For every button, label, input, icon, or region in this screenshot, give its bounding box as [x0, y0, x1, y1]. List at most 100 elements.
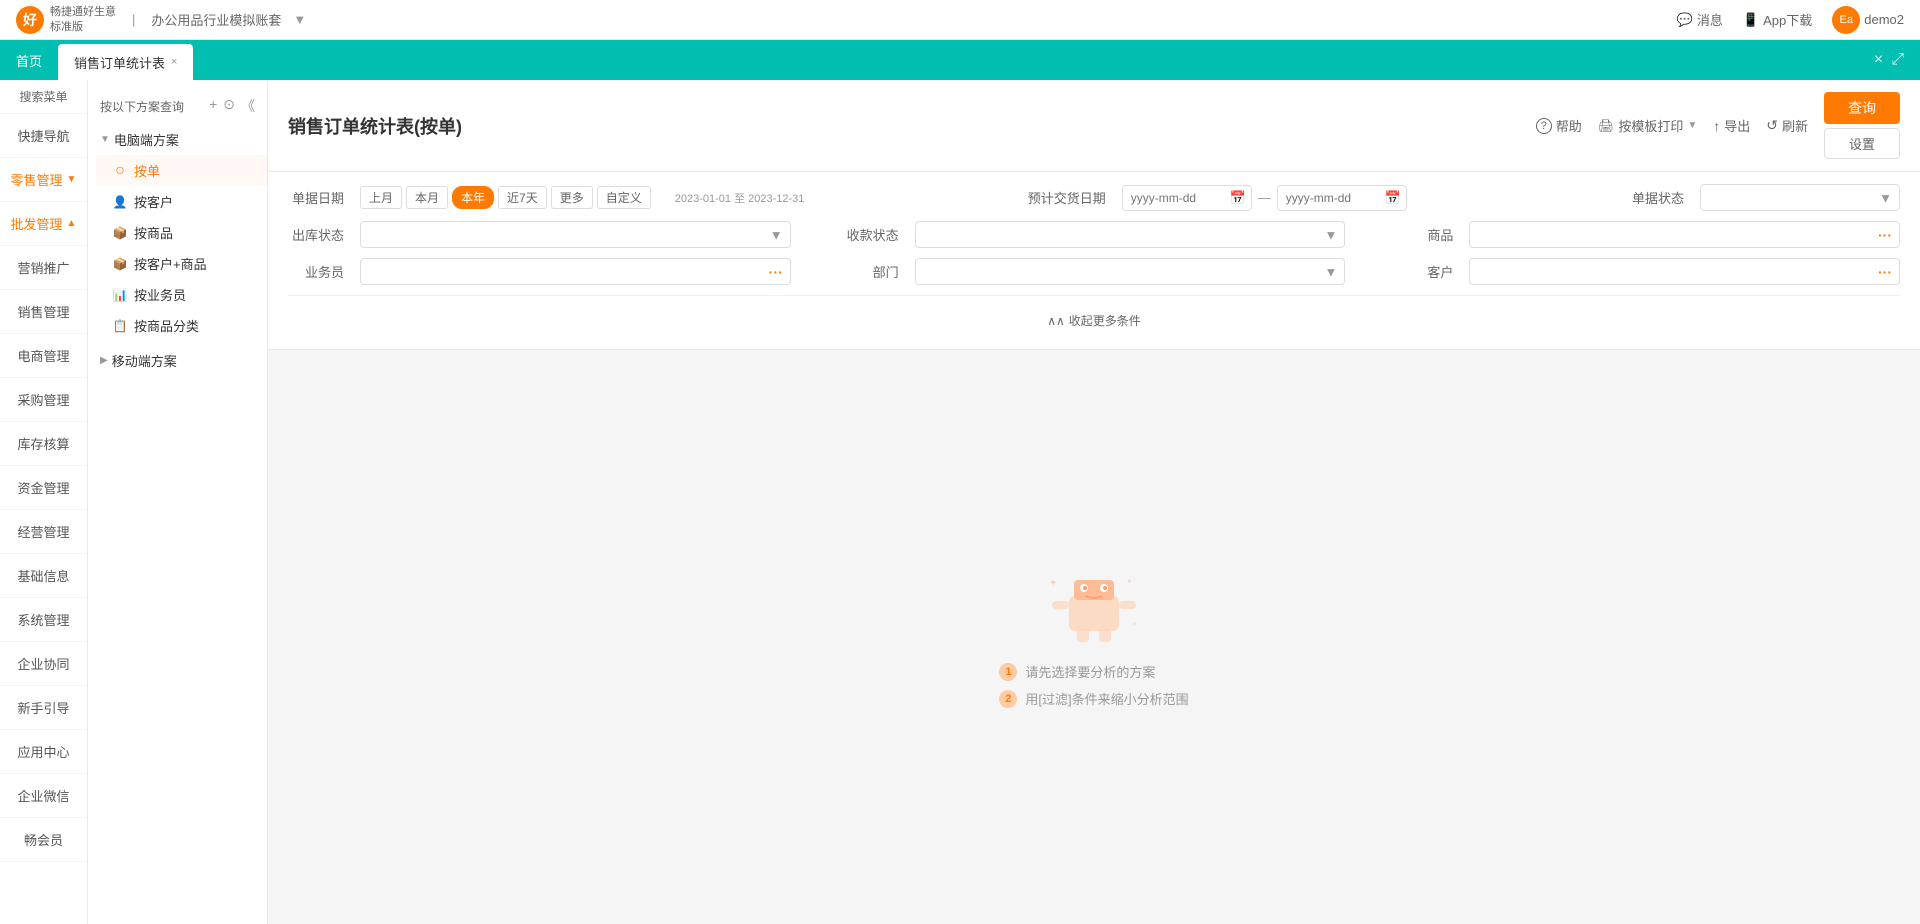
sidebar-item-system[interactable]: 系统管理: [0, 598, 87, 642]
help-btn[interactable]: ? 帮助: [1536, 116, 1582, 135]
salesperson-more-btn[interactable]: ···: [769, 264, 783, 280]
filter-row-3: 业务员 ··· 部门 ▼ 客户: [288, 258, 1900, 285]
date-last-month-btn[interactable]: 上月: [360, 186, 402, 209]
filter-area: 单据日期 上月 本月 本年 近7天 更多 自定义 2023-01-01 至 20…: [268, 172, 1920, 350]
message-btn[interactable]: 💬 消息: [1677, 10, 1723, 29]
date-last-7-days-btn[interactable]: 近7天: [498, 186, 547, 209]
tree-item-by-category[interactable]: 📋 按商品分类: [96, 310, 267, 341]
main-content: 销售订单统计表(按单) ? 帮助 🖨 按模板打印 ▼ ↑ 导出: [268, 80, 1920, 924]
maximize-btn[interactable]: ⤢: [1891, 51, 1904, 69]
collapse-btn[interactable]: ∧∧ 收起更多条件: [1039, 304, 1149, 337]
sidebar-item-corp[interactable]: 企业协同: [0, 642, 87, 686]
query-button[interactable]: 查询: [1824, 92, 1900, 124]
page-header: 销售订单统计表(按单) ? 帮助 🖨 按模板打印 ▼ ↑ 导出: [268, 80, 1920, 172]
tree-desktop-parent[interactable]: ▼ 电脑端方案: [88, 124, 267, 155]
by-order-icon: ○: [112, 163, 128, 179]
sidebar-item-inventory[interactable]: 库存核算: [0, 422, 87, 466]
empty-tip-2: 2 用[过滤]条件来缩小分析范围: [999, 689, 1188, 708]
tree-item-by-customer-product[interactable]: 📦 按客户+商品: [96, 248, 267, 279]
sidebar-item-operations[interactable]: 经营管理: [0, 510, 87, 554]
expected-delivery-range: 📅 — 📅: [1122, 185, 1407, 211]
sidebar-item-retail[interactable]: 零售管理 ▼: [0, 158, 87, 202]
shipment-select[interactable]: [360, 221, 791, 248]
topbar-dropdown-icon[interactable]: ▼: [293, 12, 306, 27]
topbar-right: 💬 消息 📱 App下载 Ea demo2: [1677, 6, 1904, 34]
by-customer-icon: 👤: [112, 194, 128, 210]
panel-header: 按以下方案查询 + ⊙ 《: [88, 88, 267, 124]
salesperson-input[interactable]: [360, 258, 791, 285]
payment-label: 收款状态: [843, 225, 899, 244]
payment-select[interactable]: [915, 221, 1346, 248]
tree-item-by-order[interactable]: ○ 按单: [96, 155, 267, 186]
product-more-btn[interactable]: ···: [1878, 227, 1892, 243]
export-icon: ↑: [1713, 118, 1720, 134]
user-menu[interactable]: Ea demo2: [1832, 6, 1904, 34]
empty-state: ✦ ✦ ✦ 1 请先选择要分析的方案 2 用[过滤]条件来缩小分析范围: [999, 566, 1188, 708]
tip-num-2: 2: [999, 690, 1017, 708]
product-input[interactable]: [1469, 221, 1900, 248]
sidebar-item-finance[interactable]: 资金管理: [0, 466, 87, 510]
customer-input-wrapper: ···: [1469, 258, 1900, 285]
date-range-text: 2023-01-01 至 2023-12-31: [675, 190, 805, 206]
main-layout: 搜索菜单 快捷导航 零售管理 ▼ 批发管理 ▲ 营销推广 销售管理 电商管理 采…: [0, 80, 1920, 924]
avatar: Ea: [1832, 6, 1860, 34]
sidebar-item-ecommerce[interactable]: 电商管理: [0, 334, 87, 378]
product-input-wrapper: ···: [1469, 221, 1900, 248]
date-to-wrapper: 📅: [1277, 185, 1407, 211]
tree-arrow-mobile: ▶: [100, 355, 108, 366]
department-select[interactable]: [915, 258, 1346, 285]
tabbar: 首页 销售订单统计表 × × ⤢: [0, 40, 1920, 80]
tab-home[interactable]: 首页: [0, 40, 58, 80]
page-actions: ? 帮助 🖨 按模板打印 ▼ ↑ 导出 ↺ 刷新: [1536, 92, 1900, 159]
empty-tip-1: 1 请先选择要分析的方案: [999, 662, 1188, 681]
customer-label: 客户: [1397, 262, 1453, 281]
sidebar-item-appstore[interactable]: 应用中心: [0, 730, 87, 774]
tab-sales-order-stats[interactable]: 销售订单统计表 ×: [58, 44, 193, 80]
collapse-panel-btn[interactable]: 《: [241, 96, 255, 116]
sidebar-item-basic[interactable]: 基础信息: [0, 554, 87, 598]
sidebar-item-purchase[interactable]: 采购管理: [0, 378, 87, 422]
page-title-topbar: 办公用品行业模拟账套: [151, 10, 281, 29]
salesperson-input-wrapper: ···: [360, 258, 791, 285]
sidebar-item-wholesale[interactable]: 批发管理 ▲: [0, 202, 87, 246]
status-select[interactable]: [1700, 184, 1900, 211]
svg-text:✦: ✦: [1132, 621, 1137, 628]
app-download-btn[interactable]: 📱 App下载: [1743, 10, 1812, 29]
date-custom-btn[interactable]: 自定义: [597, 186, 651, 209]
date-more-btn[interactable]: 更多: [551, 186, 593, 209]
date-this-month-btn[interactable]: 本月: [406, 186, 448, 209]
search-menu-btn[interactable]: 搜索菜单: [0, 80, 87, 114]
date-from-wrapper: 📅: [1122, 185, 1252, 211]
tree-item-by-customer[interactable]: 👤 按客户: [96, 186, 267, 217]
customer-more-btn[interactable]: ···: [1878, 264, 1892, 280]
product-label: 商品: [1397, 225, 1453, 244]
tree-item-by-product[interactable]: 📦 按商品: [96, 217, 267, 248]
shipment-select-wrapper: ▼: [360, 221, 791, 248]
template-print-btn[interactable]: 🖨 按模板打印 ▼: [1598, 116, 1697, 135]
date-shortcuts: 上月 本月 本年 近7天 更多 自定义: [360, 186, 651, 209]
sidebar-item-shortcut[interactable]: 快捷导航: [0, 114, 87, 158]
export-btn[interactable]: ↑ 导出: [1713, 116, 1750, 135]
sidebar-item-member[interactable]: 畅会员: [0, 818, 87, 862]
refresh-scheme-btn[interactable]: ⊙: [223, 96, 235, 116]
print-dropdown-icon: ▼: [1687, 120, 1697, 131]
left-panel: 按以下方案查询 + ⊙ 《 ▼ 电脑端方案 ○ 按单 👤 按客户: [88, 80, 268, 924]
status-label: 单据状态: [1628, 188, 1684, 207]
topbar: 好 畅捷通好生意 标准版 | 办公用品行业模拟账套 ▼ 💬 消息 📱 App下载…: [0, 0, 1920, 40]
tree-item-by-salesperson[interactable]: 📊 按业务员: [96, 279, 267, 310]
tab-close-btn[interactable]: ×: [171, 56, 177, 68]
filter-row-2: 出库状态 ▼ 收款状态 ▼: [288, 221, 1900, 248]
sidebar-item-newbie[interactable]: 新手引导: [0, 686, 87, 730]
settings-button[interactable]: 设置: [1824, 128, 1900, 159]
sidebar-item-weixin[interactable]: 企业微信: [0, 774, 87, 818]
add-scheme-btn[interactable]: +: [209, 96, 217, 116]
tree-mobile-parent[interactable]: ▶ 移动端方案: [88, 345, 267, 376]
sidebar-item-marketing[interactable]: 营销推广: [0, 246, 87, 290]
date-this-year-btn[interactable]: 本年: [452, 186, 494, 209]
status-select-wrapper: ▼: [1700, 184, 1900, 211]
close-window-btn[interactable]: ×: [1874, 51, 1883, 69]
customer-input[interactable]: [1469, 258, 1900, 285]
sidebar-item-sales[interactable]: 销售管理: [0, 290, 87, 334]
empty-tips: 1 请先选择要分析的方案 2 用[过滤]条件来缩小分析范围: [999, 662, 1188, 708]
refresh-btn[interactable]: ↺ 刷新: [1766, 116, 1808, 135]
